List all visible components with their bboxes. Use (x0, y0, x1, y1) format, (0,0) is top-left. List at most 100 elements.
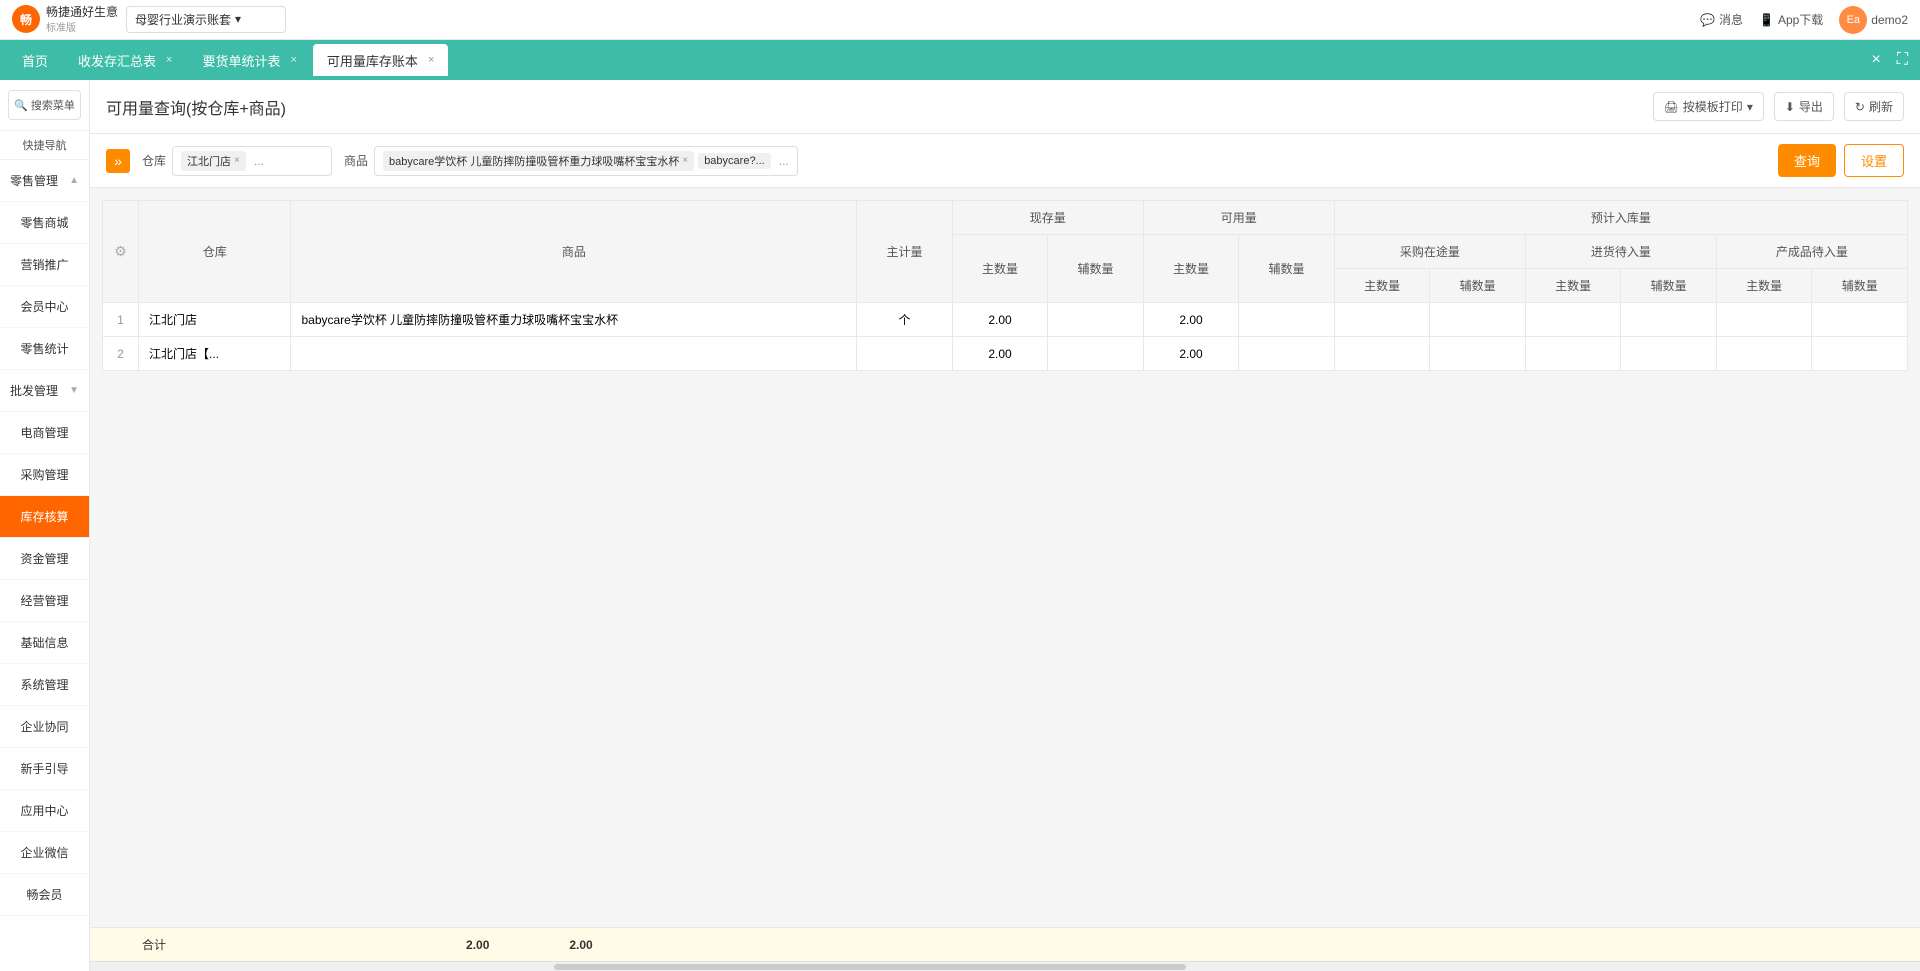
sidebar-item-retail-stats[interactable]: 零售统计 (0, 328, 89, 370)
scrollbar-thumb (554, 964, 1186, 970)
row-1-stock-main: 2.00 (952, 303, 1048, 337)
th-pending-arrival: 进货待入量 (1525, 235, 1716, 269)
sidebar-item-wholesale[interactable]: 批发管理 ▼ (0, 370, 89, 412)
th-arr-aux: 辅数量 (1621, 269, 1717, 303)
app-download-label: App下载 (1778, 11, 1823, 28)
sidebar-item-enterprise-collab[interactable]: 企业协同 (0, 706, 89, 748)
sidebar-purchase-label: 采购管理 (20, 466, 68, 483)
query-btn[interactable]: 查询 (1778, 144, 1836, 177)
app-download-btn[interactable]: 📱 App下载 (1759, 11, 1823, 28)
row-2-purch-aux (1430, 337, 1526, 371)
fullscreen-btn[interactable]: ⛶ (1893, 47, 1912, 73)
sidebar-item-retail-mall[interactable]: 零售商城 (0, 202, 89, 244)
sidebar-item-enterprise-wechat[interactable]: 企业微信 (0, 832, 89, 874)
warehouse-filter-group: 仓库 江北门店 × ... (142, 146, 332, 176)
tab-order-stat[interactable]: 要货单统计表 × (188, 44, 310, 76)
row-2-product (291, 337, 857, 371)
search-menu-btn[interactable]: 🔍 搜索菜单 (8, 90, 81, 120)
template-print-label: 按模板打印 (1683, 98, 1743, 115)
message-label: 消息 (1719, 11, 1743, 28)
sidebar-ecommerce-label: 电商管理 (20, 424, 68, 441)
sidebar-item-purchase[interactable]: 采购管理 (0, 454, 89, 496)
sidebar-member-label: 会员中心 (20, 298, 68, 315)
th-settings[interactable]: ⚙ (103, 201, 139, 303)
warehouse-tag-close[interactable]: × (234, 155, 240, 166)
sidebar-search-area: 🔍 搜索菜单 (0, 80, 89, 131)
table-footer: 合计 2.00 2.00 (90, 927, 1920, 961)
row-2-purch-main (1334, 337, 1430, 371)
table-container: ⚙ 仓库 商品 主计量 现存量 可用量 预计入库量 主数量 辅数量 主数量 辅数… (90, 188, 1920, 927)
settings-icon[interactable]: ⚙ (114, 243, 127, 259)
row-2-stock-aux (1048, 337, 1144, 371)
close-all-btn[interactable]: × (1867, 47, 1884, 73)
sidebar-item-app-center[interactable]: 应用中心 (0, 790, 89, 832)
logo-text: 畅捷通好生意 (46, 5, 118, 19)
row-1-unit: 个 (857, 303, 953, 337)
row-2-avail-aux (1239, 337, 1335, 371)
message-icon: 💬 (1700, 13, 1715, 27)
product-dots[interactable]: ... (779, 154, 789, 168)
sidebar-item-operations[interactable]: 经营管理 (0, 580, 89, 622)
sidebar-item-inventory[interactable]: 库存核算 (0, 496, 89, 538)
th-prod-main: 主数量 (1716, 269, 1812, 303)
row-1-prod-aux (1812, 303, 1908, 337)
sidebar-app-center-label: 应用中心 (20, 802, 68, 819)
th-avail-main: 主数量 (1143, 235, 1239, 303)
warehouse-tag-value: 江北门店 (187, 153, 231, 169)
product-tag-1-close[interactable]: × (682, 155, 688, 166)
settings-btn[interactable]: 设置 (1844, 144, 1904, 177)
sidebar-wholesale-label: 批发管理 (10, 382, 58, 399)
tab-home[interactable]: 首页 (8, 44, 62, 76)
export-btn[interactable]: ⬇ 导出 (1774, 92, 1834, 121)
page-header: 可用量查询(按仓库+商品) 🖨 按模板打印 ▾ ⬇ 导出 ↻ 刷新 (90, 80, 1920, 134)
th-product-pending: 产成品待入量 (1716, 235, 1907, 269)
row-2-warehouse: 江北门店【... (139, 337, 291, 371)
product-input[interactable]: babycare学饮杯 儿童防摔防撞吸管杯重力球吸嘴杯宝宝水杯 × babyca… (374, 146, 798, 176)
tab-order-stat-label: 要货单统计表 (202, 51, 280, 70)
sidebar-item-marketing[interactable]: 营销推广 (0, 244, 89, 286)
tab-receipt[interactable]: 收发存汇总表 × (64, 44, 186, 76)
top-bar-right: 💬 消息 📱 App下载 Ea demo2 (1700, 6, 1908, 34)
warehouse-tag: 江北门店 × (181, 151, 246, 171)
filter-expand-btn[interactable]: » (106, 149, 130, 173)
row-1-product: babycare学饮杯 儿童防摔防撞吸管杯重力球吸嘴杯宝宝水杯 (291, 303, 857, 337)
tab-order-stat-close[interactable]: × (290, 54, 296, 66)
sidebar-item-system[interactable]: 系统管理 (0, 664, 89, 706)
row-2-arr-main (1525, 337, 1621, 371)
template-print-btn[interactable]: 🖨 按模板打印 ▾ (1653, 92, 1764, 121)
row-1-stock-aux (1048, 303, 1144, 337)
top-bar: 畅 畅捷通好生意 标准版 母婴行业演示账套 ▾ 💬 消息 📱 App下载 Ea … (0, 0, 1920, 40)
sidebar-item-basic-info[interactable]: 基础信息 (0, 622, 89, 664)
sidebar-item-member[interactable]: 会员中心 (0, 286, 89, 328)
th-stock-main: 主数量 (952, 235, 1048, 303)
logo-sub: 标准版 (46, 19, 118, 34)
row-1-arr-main (1525, 303, 1621, 337)
th-available: 可用量 (1143, 201, 1334, 235)
message-btn[interactable]: 💬 消息 (1700, 11, 1743, 28)
user-label: demo2 (1871, 13, 1908, 27)
enterprise-selector[interactable]: 母婴行业演示账套 ▾ (126, 6, 286, 33)
content-area: 可用量查询(按仓库+商品) 🖨 按模板打印 ▾ ⬇ 导出 ↻ 刷新 » (90, 80, 1920, 971)
tab-receipt-close[interactable]: × (166, 54, 172, 66)
warehouse-dots[interactable]: ... (254, 154, 264, 168)
quick-nav-btn[interactable]: 快捷导航 (0, 131, 89, 160)
sidebar-item-ecommerce[interactable]: 电商管理 (0, 412, 89, 454)
print-icon: 🖨 (1664, 100, 1679, 114)
row-2-no: 2 (103, 337, 139, 371)
row-1-arr-aux (1621, 303, 1717, 337)
tab-available[interactable]: 可用量库存账本 × (313, 44, 448, 76)
row-2-prod-aux (1812, 337, 1908, 371)
refresh-btn[interactable]: ↻ 刷新 (1844, 92, 1904, 121)
avatar: Ea (1839, 6, 1867, 34)
user-area[interactable]: Ea demo2 (1839, 6, 1908, 34)
sidebar-wholesale-arrow: ▼ (69, 385, 79, 396)
sidebar-item-finance[interactable]: 资金管理 (0, 538, 89, 580)
th-planned-in: 预计入库量 (1334, 201, 1907, 235)
tab-available-close[interactable]: × (428, 54, 434, 66)
sidebar-item-vip-member[interactable]: 畅会员 (0, 874, 89, 916)
warehouse-input[interactable]: 江北门店 × ... (172, 146, 332, 176)
sidebar-item-retail-mgmt[interactable]: 零售管理 ▲ (0, 160, 89, 202)
row-1-avail-aux (1239, 303, 1335, 337)
sidebar-item-new-guide[interactable]: 新手引导 (0, 748, 89, 790)
th-purchase-transit: 采购在途量 (1334, 235, 1525, 269)
